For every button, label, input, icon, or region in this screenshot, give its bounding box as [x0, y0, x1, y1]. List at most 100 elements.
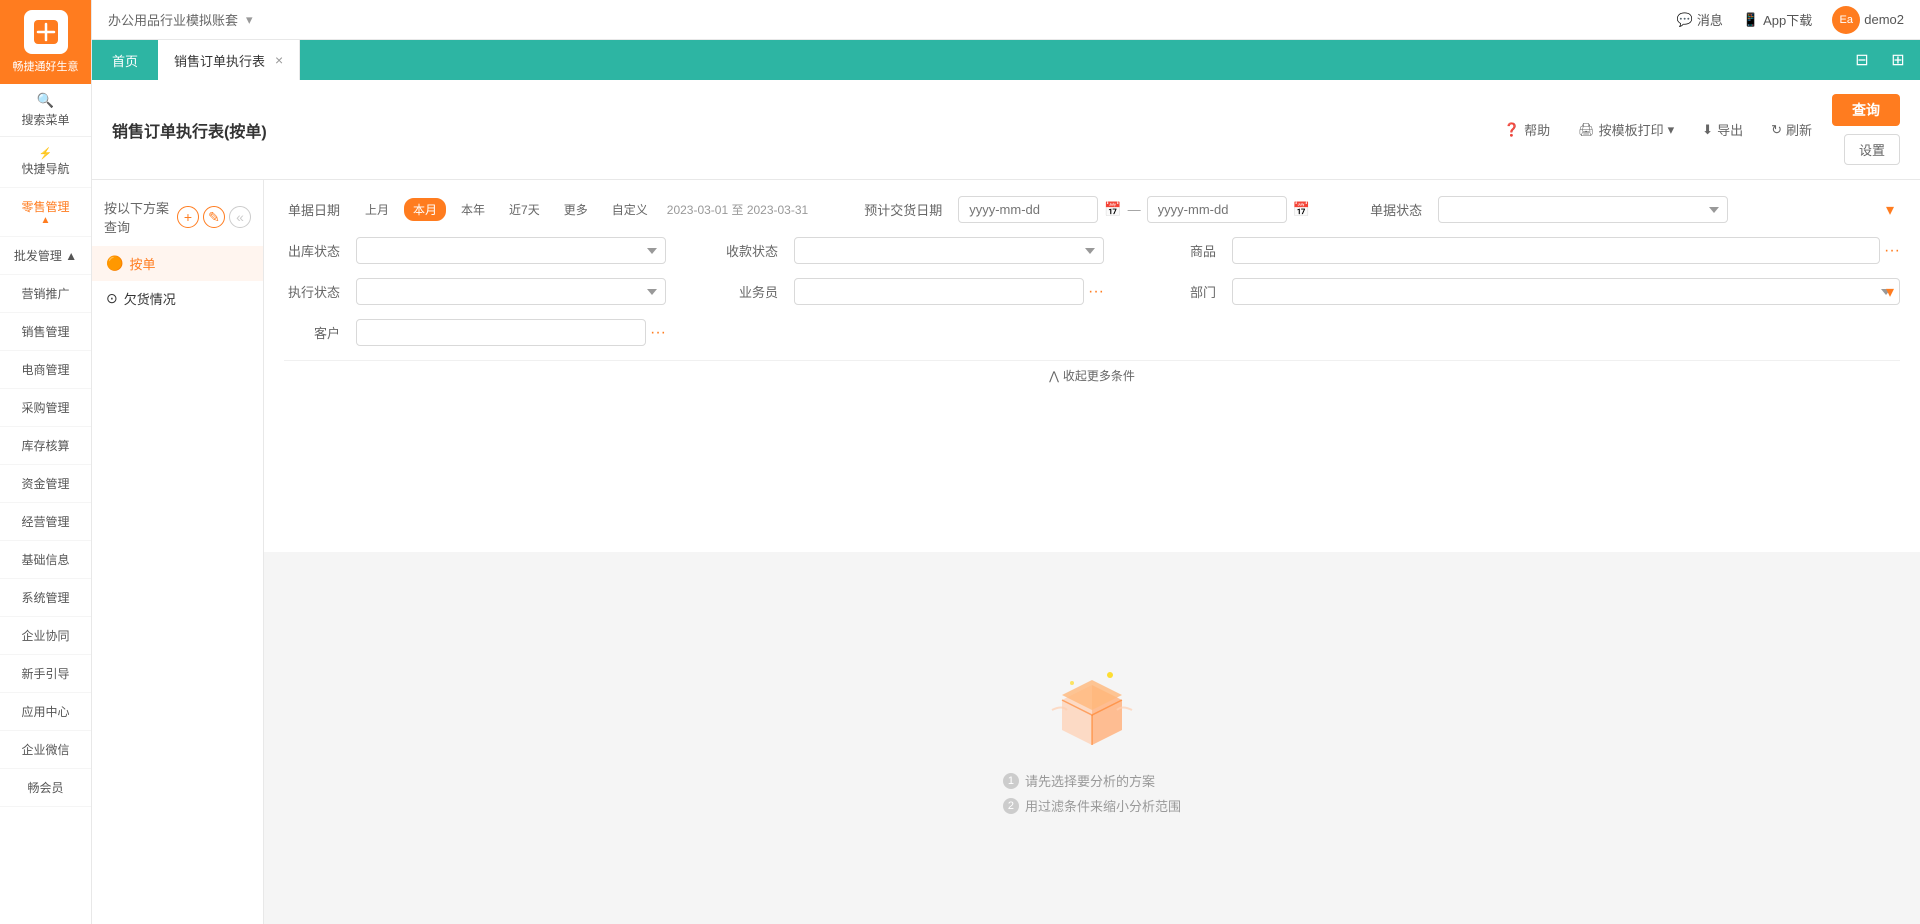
print-label: 按模板打印 — [1599, 120, 1664, 139]
nav-wechat[interactable]: 企业微信 — [0, 731, 91, 769]
help-label: 帮助 — [1524, 120, 1550, 139]
collection-status-label: 收款状态 — [722, 241, 778, 260]
goods-input[interactable] — [1232, 237, 1880, 264]
nav-enterprise[interactable]: 企业协同 — [0, 617, 91, 655]
empty-hint-1: 请先选择要分析的方案 — [1003, 771, 1181, 790]
collapse-icon: ⋀ — [1049, 369, 1059, 383]
print-chevron: ▾ — [1668, 122, 1675, 138]
filter-row-4: 客户 ··· — [284, 319, 1900, 346]
collapse-panel-btn[interactable]: « — [229, 206, 251, 228]
status-select[interactable] — [1438, 196, 1728, 223]
left-panel-title: 按以下方案查询 — [104, 198, 177, 236]
topbar-right: 💬 消息 📱 App下载 Ea demo2 — [1677, 6, 1904, 34]
logo-icon — [24, 10, 68, 54]
expected-date-start[interactable] — [958, 196, 1098, 223]
topbar-left: 办公用品行业模拟账套 ▾ — [108, 10, 253, 29]
breadcrumb-chevron[interactable]: ▾ — [246, 12, 253, 28]
message-btn[interactable]: 💬 消息 — [1677, 10, 1723, 29]
customer-more-btn[interactable]: ··· — [650, 324, 666, 342]
dept-label: 部门 — [1160, 282, 1216, 301]
collection-status-select[interactable] — [794, 237, 1104, 264]
date-btn-custom[interactable]: 自定义 — [603, 197, 657, 222]
add-scheme-btn[interactable]: + — [177, 206, 199, 228]
exec-status-select[interactable] — [356, 278, 666, 305]
refresh-btn[interactable]: ↻ 刷新 — [1763, 116, 1820, 143]
breadcrumb-text: 办公用品行业模拟账套 — [108, 10, 238, 29]
app-download-btn[interactable]: 📱 App下载 — [1743, 10, 1812, 29]
nav-system[interactable]: 系统管理 — [0, 579, 91, 617]
query-button[interactable]: 查询 — [1832, 94, 1900, 126]
scheme-item-label: 按单 — [129, 254, 155, 273]
salesman-input[interactable] — [794, 278, 1084, 305]
tab-close-icon[interactable]: × — [275, 52, 283, 68]
filter-row-1: 单据日期 上月 本月 本年 近7天 更多 自定义 2023-03-01 至 20… — [284, 196, 1900, 223]
main-area: 办公用品行业模拟账套 ▾ 💬 消息 📱 App下载 Ea demo2 首页 — [92, 0, 1920, 924]
customer-label: 客户 — [284, 323, 340, 342]
nav-marketing[interactable]: 营销推广 — [0, 275, 91, 313]
nav-finance[interactable]: 资金管理 — [0, 465, 91, 503]
nav-newbie[interactable]: 新手引导 — [0, 655, 91, 693]
edit-scheme-btn[interactable]: ✎ — [203, 206, 225, 228]
status-label: 单据状态 — [1366, 200, 1422, 219]
message-label: 消息 — [1697, 10, 1723, 29]
tab-active[interactable]: 销售订单执行表 × — [158, 40, 300, 80]
message-icon: 💬 — [1677, 12, 1693, 28]
sidebar-search[interactable]: 🔍 按以下方案查询 搜索菜单 — [0, 84, 91, 137]
goods-more-btn[interactable]: ··· — [1884, 242, 1900, 260]
nav-base-info[interactable]: 基础信息 — [0, 541, 91, 579]
date-btn-7days[interactable]: 近7天 — [500, 197, 549, 222]
export-label: 导出 — [1717, 120, 1743, 139]
filter-row-2: 出库状态 收款状态 商品 ··· — [284, 237, 1900, 264]
date-btn-last-month[interactable]: 上月 — [356, 197, 398, 222]
nav-sales[interactable]: 销售管理 — [0, 313, 91, 351]
tabbar-actions: ⊟ ⊞ — [1848, 46, 1920, 74]
export-btn[interactable]: ⬇ 导出 — [1694, 116, 1751, 143]
date-btn-more[interactable]: 更多 — [555, 197, 597, 222]
customer-input[interactable] — [356, 319, 646, 346]
help-icon: ❓ — [1504, 122, 1520, 138]
nav-operations[interactable]: 经营管理 — [0, 503, 91, 541]
settings-button[interactable]: 设置 — [1844, 134, 1900, 165]
dept-select[interactable] — [1232, 278, 1900, 305]
topbar: 办公用品行业模拟账套 ▾ 💬 消息 📱 App下载 Ea demo2 — [92, 0, 1920, 40]
empty-state-image — [1042, 655, 1142, 755]
dept-chevron[interactable]: ▾ — [1886, 282, 1894, 302]
nav-retail[interactable]: 零售管理 ▲ — [0, 188, 91, 237]
scheme-item-shortage[interactable]: ⊙ 欠货情况 — [92, 281, 263, 316]
tab-maximize-btn[interactable]: ⊞ — [1884, 46, 1912, 74]
nav-purchase[interactable]: 采购管理 — [0, 389, 91, 427]
exec-status-label: 执行状态 — [284, 282, 340, 301]
nav-app-center[interactable]: 应用中心 — [0, 693, 91, 731]
refresh-icon: ↻ — [1771, 122, 1782, 138]
help-btn[interactable]: ❓ 帮助 — [1496, 116, 1558, 143]
out-status-select[interactable] — [356, 237, 666, 264]
app-download-label: App下载 — [1763, 10, 1812, 29]
date-btn-this-month[interactable]: 本月 — [404, 198, 446, 221]
salesman-more-btn[interactable]: ··· — [1088, 283, 1104, 301]
refresh-label: 刷新 — [1786, 120, 1812, 139]
collapse-filters-btn[interactable]: ⋀ 收起更多条件 — [284, 360, 1900, 390]
out-status-label: 出库状态 — [284, 241, 340, 260]
sidebar-logo: 畅捷通好生意 — [0, 0, 91, 84]
scheme-item-order[interactable]: 🟠 按单 — [92, 246, 263, 281]
nav-member[interactable]: 畅会员 — [0, 769, 91, 807]
nav-inventory[interactable]: 库存核算 — [0, 427, 91, 465]
print-btn[interactable]: 🖨 按模板打印 ▾ — [1570, 116, 1682, 143]
calendar-icon-2: 📅 — [1293, 201, 1310, 218]
nav-ecommerce[interactable]: 电商管理 — [0, 351, 91, 389]
calendar-icon-1: 📅 — [1104, 201, 1121, 218]
app-icon: 📱 — [1743, 12, 1759, 28]
nav-quick-guide[interactable]: ⚡ 快捷导航 — [0, 137, 91, 188]
avatar-text: Ea — [1840, 14, 1853, 26]
user-info[interactable]: Ea demo2 — [1832, 6, 1904, 34]
tab-active-label: 销售订单执行表 — [174, 51, 265, 70]
status-chevron[interactable]: ▾ — [1886, 200, 1894, 220]
expected-date-end[interactable] — [1147, 196, 1287, 223]
dash: — — [1128, 202, 1141, 217]
date-range-text: 2023-03-01 至 2023-03-31 — [667, 201, 808, 218]
tab-minimize-btn[interactable]: ⊟ — [1848, 46, 1876, 74]
date-btn-this-year[interactable]: 本年 — [452, 197, 494, 222]
tab-home[interactable]: 首页 — [92, 40, 158, 80]
export-icon: ⬇ — [1702, 122, 1713, 138]
nav-wholesale[interactable]: 批发管理 ▲ — [0, 237, 91, 275]
